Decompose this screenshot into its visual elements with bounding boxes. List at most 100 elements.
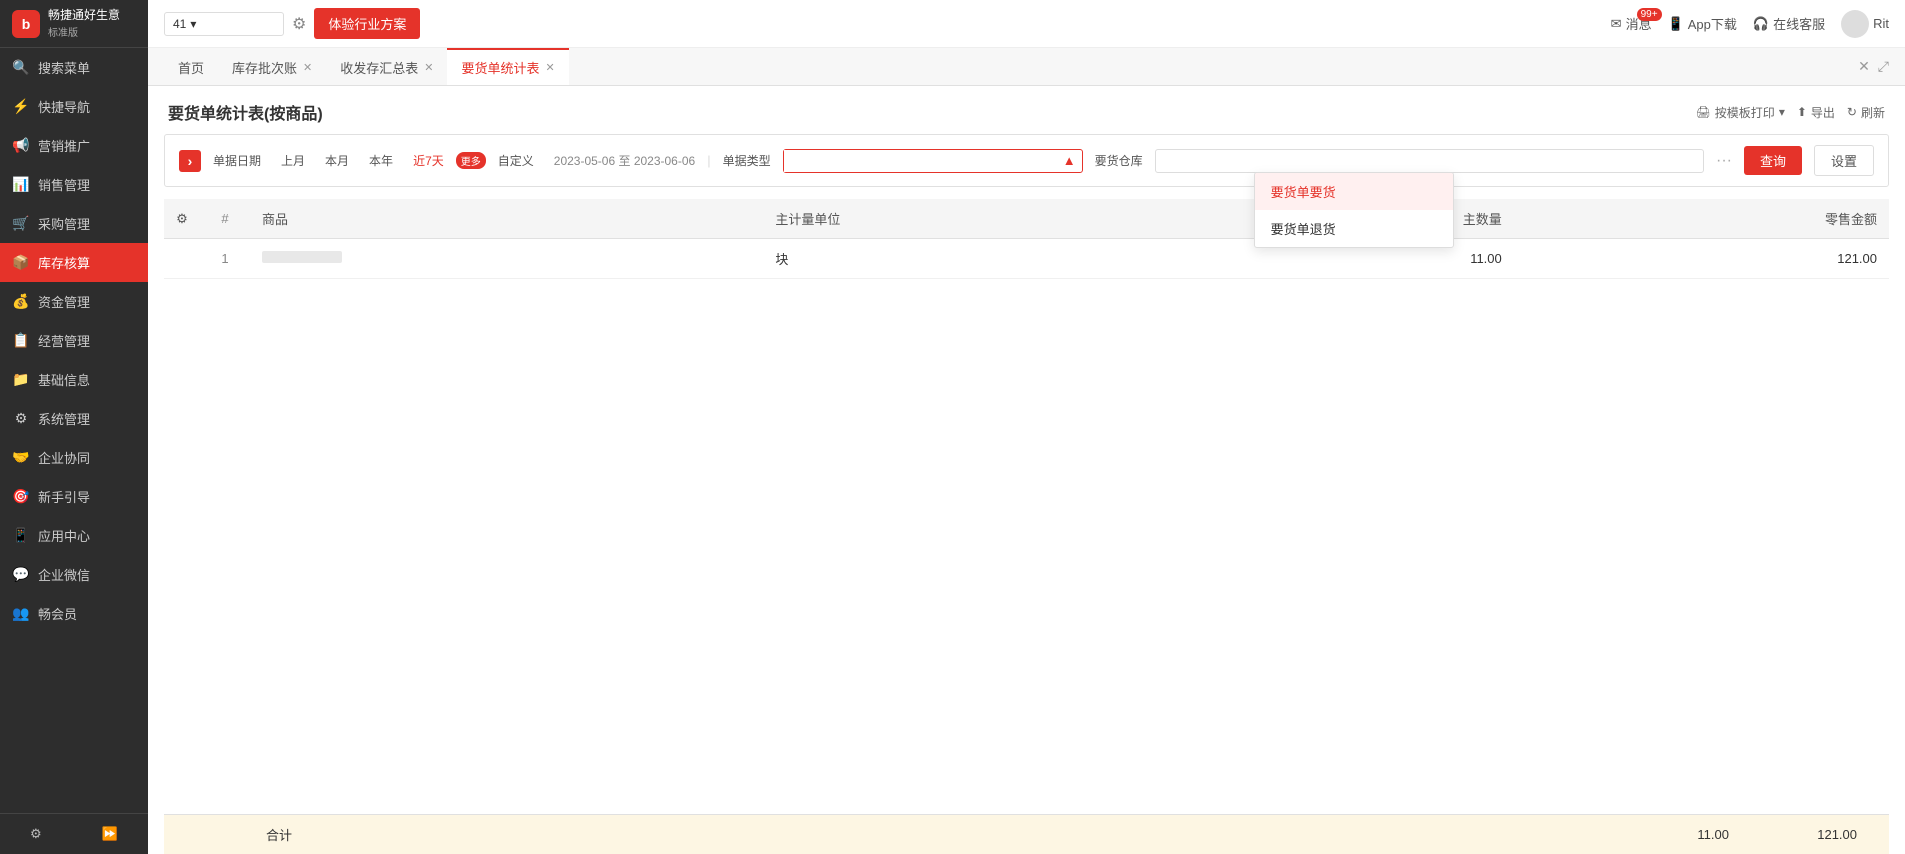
notification-badge: 99+ xyxy=(1637,8,1662,21)
tab-bar: 首页库存批次账 ✕收发存汇总表 ✕要货单统计表 ✕ ✕ ⤢ xyxy=(148,48,1905,86)
sidebar-item-apps[interactable]: 📱 应用中心 xyxy=(0,516,148,555)
notification-item[interactable]: ✉ 消息 99+ xyxy=(1611,14,1652,33)
sidebar-item-finance[interactable]: 💰 资金管理 xyxy=(0,282,148,321)
sidebar-icon-operations: 📋 xyxy=(12,332,30,350)
sidebar-icon-enterprise: 🤝 xyxy=(12,449,30,467)
type-select-input[interactable] xyxy=(784,150,1057,172)
user-avatar-item[interactable]: Rit xyxy=(1841,10,1889,38)
sidebar-item-sales[interactable]: 📊 销售管理 xyxy=(0,165,148,204)
tab-maximize-icon[interactable]: ⤢ xyxy=(1878,58,1889,75)
filter-more-dots[interactable]: ··· xyxy=(1716,152,1732,170)
export-btn[interactable]: ⬆ 导出 xyxy=(1797,104,1835,121)
company-select-value: 41 xyxy=(173,17,186,31)
company-select[interactable]: 41 ▾ xyxy=(164,12,284,36)
print-icon: 🖨 xyxy=(1696,105,1711,119)
app-logo-icon: b xyxy=(12,10,40,38)
sidebar-item-quick-nav[interactable]: ⚡ 快捷导航 xyxy=(0,87,148,126)
sidebar-item-operations[interactable]: 📋 经营管理 xyxy=(0,321,148,360)
dropdown-item-0[interactable]: 要货单要货 xyxy=(1255,173,1453,210)
filter-expand-btn[interactable]: › xyxy=(179,150,201,172)
app-download-item[interactable]: 📱 App下载 xyxy=(1668,14,1737,33)
print-btn[interactable]: 🖨 按模板打印 ▾ xyxy=(1696,104,1785,121)
tab-close-1[interactable]: ✕ xyxy=(303,61,312,74)
query-btn[interactable]: 查询 xyxy=(1744,146,1802,175)
col-product-header: 商品 xyxy=(250,199,763,239)
row-unit-0: 块 xyxy=(763,239,1202,279)
sidebar-icon-apps: 📱 xyxy=(12,527,30,545)
date-prev-month[interactable]: 上月 xyxy=(273,149,313,172)
date-more-badge[interactable]: 更多 xyxy=(456,152,486,169)
type-select-arrow-icon[interactable]: ▲ xyxy=(1057,153,1082,168)
collapse-btn[interactable]: ⏩ xyxy=(94,822,126,846)
tab-close-2[interactable]: ✕ xyxy=(424,61,433,74)
sidebar-label-apps: 应用中心 xyxy=(38,526,90,545)
page-title: 要货单统计表(按商品) xyxy=(168,100,323,124)
online-service-label: 在线客服 xyxy=(1773,14,1825,33)
sidebar-item-guide[interactable]: 🎯 新手引导 xyxy=(0,477,148,516)
app-name: 畅捷通好生意 xyxy=(48,8,120,24)
warehouse-input[interactable] xyxy=(1155,149,1704,173)
sidebar-icon-quick-nav: ⚡ xyxy=(12,98,30,116)
sidebar-label-sales: 销售管理 xyxy=(38,175,90,194)
sidebar-label-search: 搜索菜单 xyxy=(38,58,90,77)
sidebar-icon-inventory: 📦 xyxy=(12,254,30,272)
sidebar-icon-wechat: 💬 xyxy=(12,566,30,584)
filter-bar: › 单据日期 上月 本月 本年 近7天 更多 自定义 2023-05-06 至 … xyxy=(164,134,1889,187)
date-this-month[interactable]: 本月 xyxy=(317,149,357,172)
sidebar-item-member[interactable]: 👥 畅会员 xyxy=(0,594,148,633)
sidebar-label-marketing: 营销推广 xyxy=(38,136,90,155)
date-7days[interactable]: 近7天 xyxy=(405,149,452,172)
tab-close-3[interactable]: ✕ xyxy=(546,61,555,74)
sidebar-label-system: 系统管理 xyxy=(38,409,90,428)
sidebar: b 畅捷通好生意 标准版 🔍 搜索菜单 ⚡ 快捷导航 📢 营销推广 📊 销售管理… xyxy=(0,0,148,854)
sidebar-label-purchase: 采购管理 xyxy=(38,214,90,233)
refresh-btn[interactable]: ↻ 刷新 xyxy=(1847,104,1885,121)
filter-settings-btn[interactable]: 设置 xyxy=(1814,145,1874,176)
app-download-label: App下载 xyxy=(1688,14,1737,33)
refresh-icon: ↻ xyxy=(1847,105,1857,119)
tab-1[interactable]: 库存批次账 ✕ xyxy=(218,48,326,85)
company-select-arrow: ▾ xyxy=(190,17,196,31)
tab-2[interactable]: 收发存汇总表 ✕ xyxy=(326,48,447,85)
online-service-item[interactable]: 🎧 在线客服 xyxy=(1753,14,1825,33)
sidebar-item-search[interactable]: 🔍 搜索菜单 xyxy=(0,48,148,87)
topbar-settings-icon[interactable]: ⚙ xyxy=(292,14,306,34)
sidebar-icon-sales: 📊 xyxy=(12,176,30,194)
user-avatar xyxy=(1841,10,1869,38)
sidebar-label-enterprise: 企业协同 xyxy=(38,448,90,467)
sidebar-item-system[interactable]: ⚙ 系统管理 xyxy=(0,399,148,438)
settings-btn[interactable]: ⚙ xyxy=(22,822,50,846)
sidebar-item-purchase[interactable]: 🛒 采购管理 xyxy=(0,204,148,243)
type-filter-label: 单据类型 xyxy=(723,152,771,169)
dropdown-item-1[interactable]: 要货单退货 xyxy=(1255,210,1453,247)
print-arrow: ▾ xyxy=(1779,105,1785,119)
sidebar-logo: b 畅捷通好生意 标准版 xyxy=(0,0,148,48)
tab-0[interactable]: 首页 xyxy=(164,48,218,85)
date-this-year[interactable]: 本年 xyxy=(361,149,401,172)
date-filter-label: 单据日期 xyxy=(213,152,261,169)
sidebar-item-marketing[interactable]: 📢 营销推广 xyxy=(0,126,148,165)
sidebar-item-enterprise[interactable]: 🤝 企业协同 xyxy=(0,438,148,477)
topbar-left: 41 ▾ ⚙ 体验行业方案 xyxy=(164,8,1611,39)
col-num-header: # xyxy=(200,199,250,239)
tab-label-3: 要货单统计表 xyxy=(461,58,539,77)
type-dropdown-menu: 要货单要货要货单退货 xyxy=(1254,172,1454,248)
page-header: 要货单统计表(按商品) 🖨 按模板打印 ▾ ⬆ 导出 ↻ 刷新 xyxy=(148,86,1905,134)
industry-btn[interactable]: 体验行业方案 xyxy=(314,8,420,39)
tab-3[interactable]: 要货单统计表 ✕ xyxy=(447,48,568,85)
data-table: ⚙ # 商品 主计量单位 主数量 零售金额 1 块 11.00 121.00 xyxy=(164,199,1889,279)
tab-label-1: 库存批次账 xyxy=(232,58,297,77)
sidebar-item-inventory[interactable]: 📦 库存核算 xyxy=(0,243,148,282)
sidebar-item-basic[interactable]: 📁 基础信息 xyxy=(0,360,148,399)
type-select-wrapper[interactable]: ▲ 要货单要货要货单退货 xyxy=(783,149,1083,173)
table-settings-col-header[interactable]: ⚙ xyxy=(164,199,200,239)
sidebar-bottom: ⚙ ⏩ xyxy=(0,813,148,854)
date-custom[interactable]: 自定义 xyxy=(490,149,542,172)
sidebar-icon-finance: 💰 xyxy=(12,293,30,311)
table-header-row: ⚙ # 商品 主计量单位 主数量 零售金额 xyxy=(164,199,1889,239)
topbar: 41 ▾ ⚙ 体验行业方案 ✉ 消息 99+ 📱 App下载 🎧 在线客服 R xyxy=(148,0,1905,48)
footer-total-amount: 121.00 xyxy=(1777,827,1877,842)
tab-close-all-icon[interactable]: ✕ xyxy=(1858,58,1870,75)
tab-label-0: 首页 xyxy=(178,58,204,77)
sidebar-item-wechat[interactable]: 💬 企业微信 xyxy=(0,555,148,594)
